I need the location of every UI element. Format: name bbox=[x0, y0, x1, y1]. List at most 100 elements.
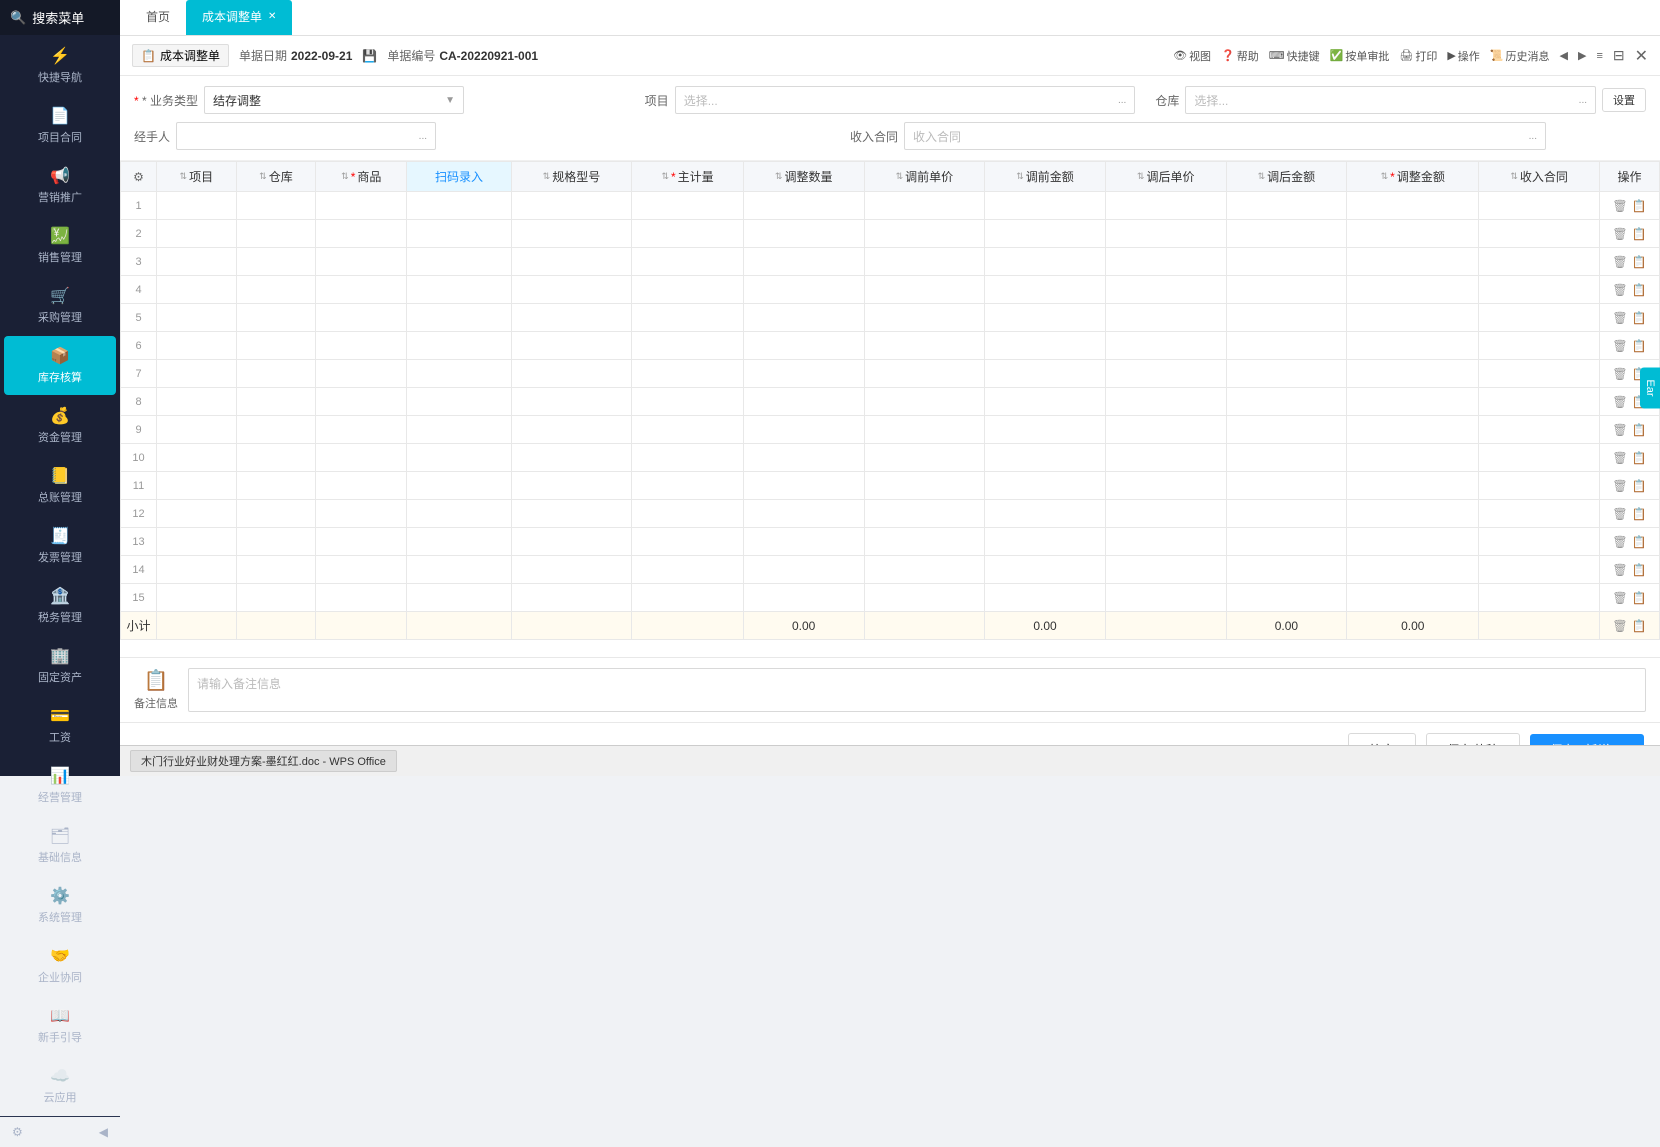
cell-warehouse[interactable] bbox=[236, 304, 316, 332]
cell-after-amount[interactable] bbox=[1226, 472, 1347, 500]
cell-after-amount[interactable] bbox=[1226, 584, 1347, 612]
sidebar-item-fixed-assets[interactable]: 🏢固定资产 bbox=[4, 636, 116, 695]
row-delete-icon[interactable]: 🗑 bbox=[1612, 227, 1627, 241]
view-list2-icon[interactable]: ⊟ bbox=[1613, 47, 1625, 64]
cell-after-unit-price[interactable] bbox=[1105, 500, 1226, 528]
cell-prev-amount[interactable] bbox=[985, 220, 1106, 248]
cell-after-amount[interactable] bbox=[1226, 220, 1347, 248]
cell-product[interactable] bbox=[316, 360, 407, 388]
cell-adj-qty[interactable] bbox=[743, 192, 864, 220]
nav-prev-icon[interactable]: ◀ bbox=[1560, 49, 1568, 62]
cell-scan[interactable] bbox=[407, 388, 511, 416]
cell-prev-unit-price[interactable] bbox=[864, 528, 985, 556]
cell-project[interactable] bbox=[157, 444, 237, 472]
cell-prev-amount[interactable] bbox=[985, 528, 1106, 556]
row-copy-icon[interactable]: 📋 bbox=[1632, 227, 1647, 241]
cell-warehouse[interactable] bbox=[236, 332, 316, 360]
cell-income-contract[interactable] bbox=[1479, 584, 1600, 612]
cell-adj-amount[interactable] bbox=[1347, 388, 1479, 416]
cell-prev-amount[interactable] bbox=[985, 276, 1106, 304]
row-delete-icon[interactable]: 🗑 bbox=[1612, 311, 1627, 325]
cell-adj-amount[interactable] bbox=[1347, 304, 1479, 332]
cell-after-amount[interactable] bbox=[1226, 388, 1347, 416]
cell-spec[interactable] bbox=[511, 360, 632, 388]
row-copy-icon[interactable]: 📋 bbox=[1632, 339, 1647, 353]
cell-after-amount[interactable] bbox=[1226, 248, 1347, 276]
cell-scan[interactable] bbox=[407, 416, 511, 444]
row-delete-icon[interactable]: 🗑 bbox=[1612, 423, 1627, 437]
row-delete-icon[interactable]: 🗑 bbox=[1612, 395, 1627, 409]
cell-after-unit-price[interactable] bbox=[1105, 584, 1226, 612]
cell-warehouse[interactable] bbox=[236, 388, 316, 416]
cell-after-amount[interactable] bbox=[1226, 276, 1347, 304]
cell-income-contract[interactable] bbox=[1479, 304, 1600, 332]
cell-prev-amount[interactable] bbox=[985, 416, 1106, 444]
cell-adj-amount[interactable] bbox=[1347, 276, 1479, 304]
row-delete-icon[interactable]: 🗑 bbox=[1612, 451, 1627, 465]
cell-unit[interactable] bbox=[632, 528, 744, 556]
cell-income-contract[interactable] bbox=[1479, 528, 1600, 556]
cell-prev-amount[interactable] bbox=[985, 192, 1106, 220]
cell-scan[interactable] bbox=[407, 528, 511, 556]
cell-warehouse[interactable] bbox=[236, 360, 316, 388]
cell-project[interactable] bbox=[157, 500, 237, 528]
cell-adj-qty[interactable] bbox=[743, 220, 864, 248]
cell-prev-amount[interactable] bbox=[985, 584, 1106, 612]
cell-spec[interactable] bbox=[511, 220, 632, 248]
side-handle[interactable]: Ear bbox=[1640, 367, 1660, 408]
cell-prev-amount[interactable] bbox=[985, 332, 1106, 360]
cell-adj-qty[interactable] bbox=[743, 248, 864, 276]
cell-prev-unit-price[interactable] bbox=[864, 500, 985, 528]
cell-prev-unit-price[interactable] bbox=[864, 444, 985, 472]
cell-unit[interactable] bbox=[632, 192, 744, 220]
cell-after-unit-price[interactable] bbox=[1105, 472, 1226, 500]
cell-adj-amount[interactable] bbox=[1347, 192, 1479, 220]
cell-after-amount[interactable] bbox=[1226, 556, 1347, 584]
row-copy-icon[interactable]: 📋 bbox=[1632, 479, 1647, 493]
cell-prev-unit-price[interactable] bbox=[864, 276, 985, 304]
cell-prev-unit-price[interactable] bbox=[864, 192, 985, 220]
row-copy-icon[interactable]: 📋 bbox=[1632, 451, 1647, 465]
cell-prev-amount[interactable] bbox=[985, 500, 1106, 528]
sidebar-item-quick-nav[interactable]: ⚡快捷导航 bbox=[4, 36, 116, 95]
cell-prev-unit-price[interactable] bbox=[864, 472, 985, 500]
cell-unit[interactable] bbox=[632, 360, 744, 388]
subtotal-copy-icon[interactable]: 📋 bbox=[1632, 619, 1647, 633]
cell-unit[interactable] bbox=[632, 500, 744, 528]
cell-after-unit-price[interactable] bbox=[1105, 360, 1226, 388]
cell-spec[interactable] bbox=[511, 192, 632, 220]
cell-scan[interactable] bbox=[407, 220, 511, 248]
subtotal-delete-icon[interactable]: 🗑 bbox=[1612, 619, 1627, 633]
cell-spec[interactable] bbox=[511, 388, 632, 416]
cell-after-unit-price[interactable] bbox=[1105, 416, 1226, 444]
sidebar-item-finance-mgmt[interactable]: 💰资金管理 bbox=[4, 396, 116, 455]
action-help[interactable]: ❓ 帮助 bbox=[1221, 48, 1259, 64]
sidebar-item-inventory[interactable]: 📦库存核算 bbox=[4, 336, 116, 395]
cell-income-contract[interactable] bbox=[1479, 276, 1600, 304]
action-view[interactable]: 👁 视图 bbox=[1173, 48, 1211, 64]
cell-warehouse[interactable] bbox=[236, 556, 316, 584]
cell-adj-amount[interactable] bbox=[1347, 360, 1479, 388]
cell-project[interactable] bbox=[157, 416, 237, 444]
cell-warehouse[interactable] bbox=[236, 500, 316, 528]
cell-spec[interactable] bbox=[511, 416, 632, 444]
settings-button[interactable]: 设置 bbox=[1602, 88, 1646, 112]
row-copy-icon[interactable]: 📋 bbox=[1632, 283, 1647, 297]
cell-warehouse[interactable] bbox=[236, 528, 316, 556]
cell-prev-unit-price[interactable] bbox=[864, 584, 985, 612]
cell-unit[interactable] bbox=[632, 584, 744, 612]
cell-adj-amount[interactable] bbox=[1347, 472, 1479, 500]
sidebar-item-tax-mgmt[interactable]: 🏦税务管理 bbox=[4, 576, 116, 635]
cell-after-amount[interactable] bbox=[1226, 360, 1347, 388]
cell-adj-amount[interactable] bbox=[1347, 416, 1479, 444]
warehouse-input[interactable]: 选择... ... bbox=[1185, 86, 1596, 114]
cell-scan[interactable] bbox=[407, 556, 511, 584]
cell-warehouse[interactable] bbox=[236, 248, 316, 276]
row-delete-icon[interactable]: 🗑 bbox=[1612, 199, 1627, 213]
cell-warehouse[interactable] bbox=[236, 192, 316, 220]
action-history[interactable]: 📜 历史消息 bbox=[1490, 48, 1550, 64]
cell-product[interactable] bbox=[316, 528, 407, 556]
cell-prev-amount[interactable] bbox=[985, 556, 1106, 584]
row-delete-icon[interactable]: 🗑 bbox=[1612, 367, 1627, 381]
settings-icon[interactable]: ⚙ bbox=[12, 1125, 23, 1139]
